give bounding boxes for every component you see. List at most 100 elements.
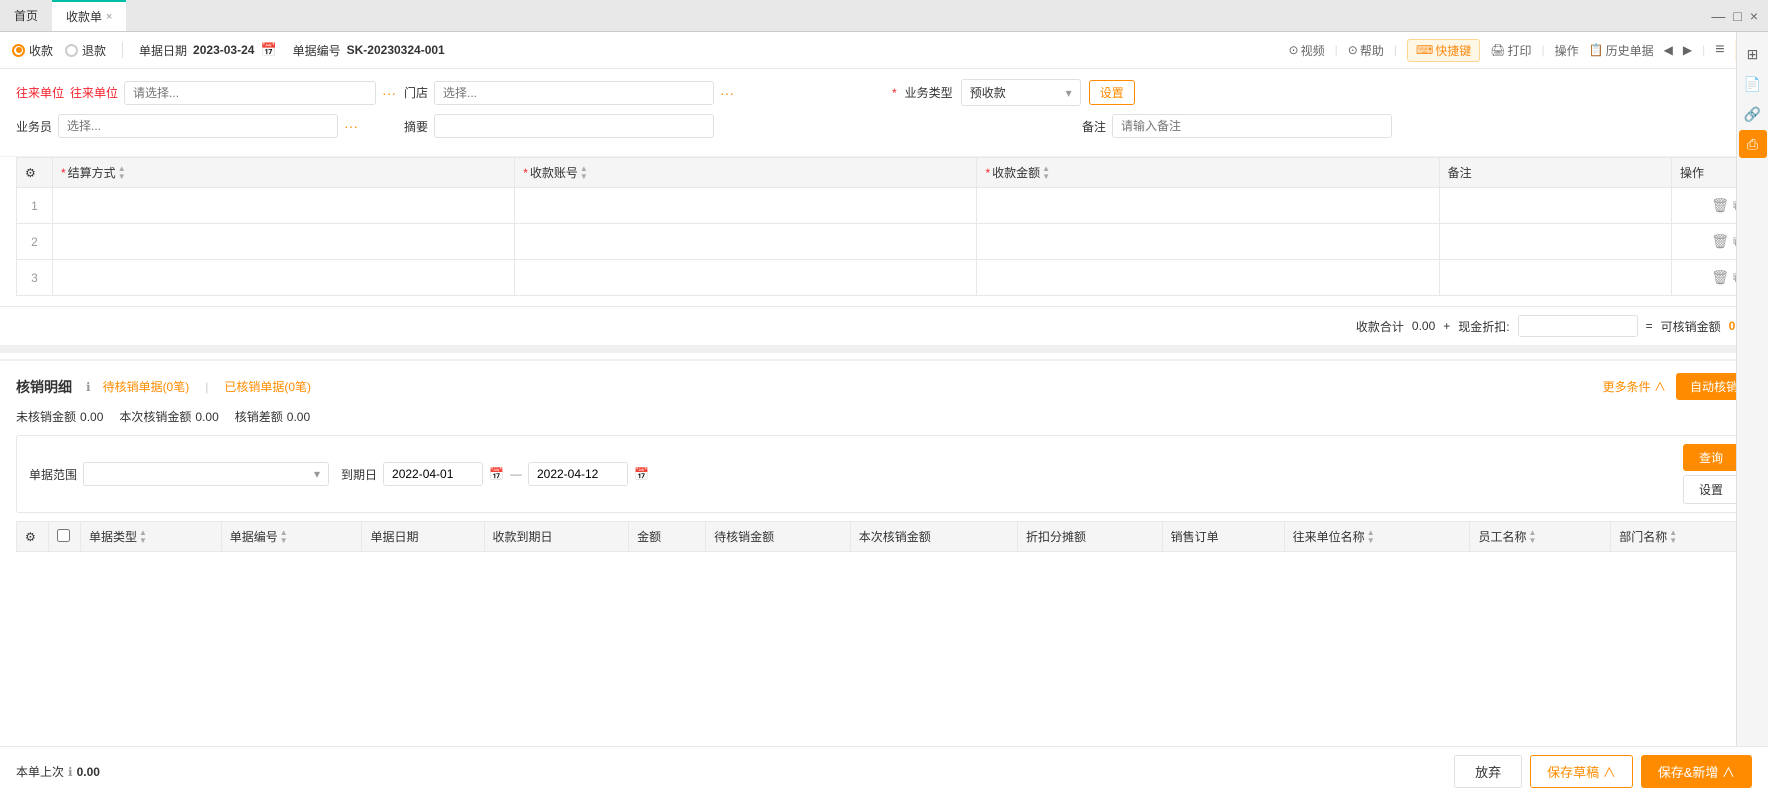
maximize-icon[interactable]: □	[1733, 8, 1741, 24]
tab-done[interactable]: 已核销单据(0笔)	[224, 378, 311, 395]
store-input[interactable]	[434, 81, 714, 105]
layout-icon-1[interactable]: ≡	[1715, 41, 1724, 59]
radio-receive-circle	[12, 44, 25, 57]
discount-label: 现金折扣:	[1458, 318, 1509, 335]
sort-doc-type[interactable]: ▲▼	[139, 529, 147, 545]
date-calendar-1[interactable]: 📅	[489, 467, 504, 481]
toolbar: 收款 退款 单据日期 2023-03-24 📅 单据编号 SK-20230324…	[0, 32, 1768, 69]
radio-receive[interactable]: 收款	[12, 42, 53, 59]
bottom-info-icon[interactable]: ℹ	[68, 765, 73, 779]
staff-more-icon[interactable]: ···	[344, 118, 358, 134]
radio-receive-label: 收款	[29, 42, 53, 59]
table-row: 2 🗑 ⧉	[17, 224, 1752, 260]
vcol-checkbox[interactable]	[49, 522, 81, 552]
row-2-account[interactable]	[515, 224, 977, 260]
available-label: 可核销金额	[1661, 318, 1721, 335]
sort-doc-number[interactable]: ▲▼	[280, 529, 288, 545]
remark-label: 备注	[1082, 118, 1106, 135]
range-select-arrow: ▾	[314, 467, 320, 481]
date-from-input[interactable]	[383, 462, 483, 486]
select-all-checkbox[interactable]	[57, 529, 70, 542]
filter-row: 单据范围 ▾ 到期日 📅 — 📅 查询 设置	[16, 435, 1752, 513]
sidebar-doc-icon[interactable]: 📄	[1739, 70, 1767, 98]
row-3-settlement[interactable]	[53, 260, 515, 296]
save-draft-button[interactable]: 保存草稿 ∧	[1530, 755, 1633, 788]
verify-info-icon[interactable]: ℹ	[86, 380, 91, 394]
range-select[interactable]: ▾	[83, 462, 329, 486]
store-more-icon[interactable]: ···	[720, 85, 734, 101]
range-label: 单据范围	[29, 466, 77, 483]
business-type-select[interactable]: 预收款 ▾	[961, 79, 1081, 106]
row-1-account[interactable]	[515, 188, 977, 224]
save-new-button[interactable]: 保存&新增 ∧	[1641, 755, 1752, 788]
summary-input[interactable]	[434, 114, 714, 138]
sidebar-table-icon[interactable]: ⊞	[1739, 40, 1767, 68]
number-value: SK-20230324-001	[347, 43, 445, 57]
nav-right-icon[interactable]: ▶	[1683, 43, 1692, 57]
radio-refund-circle	[65, 44, 78, 57]
partner-more-icon[interactable]: ···	[382, 85, 396, 101]
calendar-icon[interactable]: 📅	[260, 42, 276, 58]
tab-close-icon[interactable]: ×	[106, 11, 112, 23]
row-2-remark[interactable]	[1439, 224, 1671, 260]
sort-icon-account[interactable]: ▲▼	[580, 165, 588, 181]
close-window-icon[interactable]: ×	[1750, 8, 1758, 24]
vcol-doc-type: 单据类型 ▲▼	[81, 522, 222, 552]
table-settings-icon[interactable]: ⚙	[17, 158, 53, 188]
row-index-3: 3	[17, 260, 53, 296]
discard-button[interactable]: 放弃	[1454, 755, 1522, 788]
remark-input[interactable]	[1112, 114, 1392, 138]
row-1-remark[interactable]	[1439, 188, 1671, 224]
date-label: 单据日期	[139, 42, 187, 59]
save-new-label: 保存&新增 ∧	[1658, 762, 1735, 781]
print-btn[interactable]: 🖨 打印	[1490, 42, 1531, 59]
row-3-amount[interactable]	[977, 260, 1439, 296]
row-2-amount[interactable]	[977, 224, 1439, 260]
row-2-settlement[interactable]	[53, 224, 515, 260]
radio-refund[interactable]: 退款	[65, 42, 106, 59]
shortcut-btn[interactable]: ⌨ 快捷键	[1407, 39, 1480, 62]
history-label: 历史单据	[1606, 42, 1654, 59]
row-3-account[interactable]	[515, 260, 977, 296]
sort-partner[interactable]: ▲▼	[1367, 529, 1375, 545]
total-label: 收款合计	[1356, 318, 1404, 335]
tab-receipt[interactable]: 收款单 ×	[52, 0, 126, 31]
toolbar-right: ⊙ 视频 | ⊙ 帮助 | ⌨ 快捷键 🖨 打印 | 操作 📋	[1289, 38, 1756, 62]
row-1-settlement[interactable]	[53, 188, 515, 224]
minimize-icon[interactable]: —	[1711, 8, 1725, 24]
row-1-amount[interactable]	[977, 188, 1439, 224]
settings-button[interactable]: 设置	[1089, 80, 1135, 105]
row-2-delete-icon[interactable]: 🗑	[1711, 233, 1729, 250]
video-btn[interactable]: ⊙ 视频	[1289, 42, 1325, 59]
sort-dept[interactable]: ▲▼	[1669, 529, 1677, 545]
discount-input[interactable]	[1518, 315, 1638, 337]
more-conditions-btn[interactable]: 更多条件 ∧	[1603, 378, 1666, 395]
col-remark: 备注	[1439, 158, 1671, 188]
tab-receipt-label: 收款单	[66, 8, 102, 25]
date-calendar-2[interactable]: 📅	[634, 467, 649, 481]
tab-pending[interactable]: 待核销单据(0笔)	[103, 378, 190, 395]
summary-label: 摘要	[404, 118, 428, 135]
vcol-due-date: 收款到期日	[484, 522, 629, 552]
sidebar-link-icon[interactable]: 🔗	[1739, 100, 1767, 128]
row-3-delete-icon[interactable]: 🗑	[1711, 269, 1729, 286]
row-3-remark[interactable]	[1439, 260, 1671, 296]
query-button[interactable]: 查询	[1683, 444, 1739, 471]
vcol-settings[interactable]: ⚙	[17, 522, 49, 552]
sort-staff[interactable]: ▲▼	[1528, 529, 1536, 545]
operation-btn[interactable]: 操作	[1555, 42, 1579, 59]
partner-input[interactable]	[124, 81, 376, 105]
help-btn[interactable]: ⊙ 帮助	[1348, 42, 1384, 59]
tab-home[interactable]: 首页	[0, 0, 52, 31]
sort-icon-amount[interactable]: ▲▼	[1042, 165, 1050, 181]
row-1-delete-icon[interactable]: 🗑	[1711, 197, 1729, 214]
sort-icon-settlement[interactable]: ▲▼	[118, 165, 126, 181]
nav-left-icon[interactable]: ◀	[1664, 43, 1673, 57]
date-field: 单据日期 2023-03-24 📅	[139, 42, 277, 59]
history-btn[interactable]: 📋 历史单据	[1589, 42, 1654, 59]
date-to-input[interactable]	[528, 462, 628, 486]
filter-settings-button[interactable]: 设置	[1683, 475, 1739, 504]
stat-unchecked-label: 未核销金额	[16, 408, 76, 425]
sidebar-screenshot-icon[interactable]: ⎙	[1739, 130, 1767, 158]
staff-input[interactable]	[58, 114, 338, 138]
